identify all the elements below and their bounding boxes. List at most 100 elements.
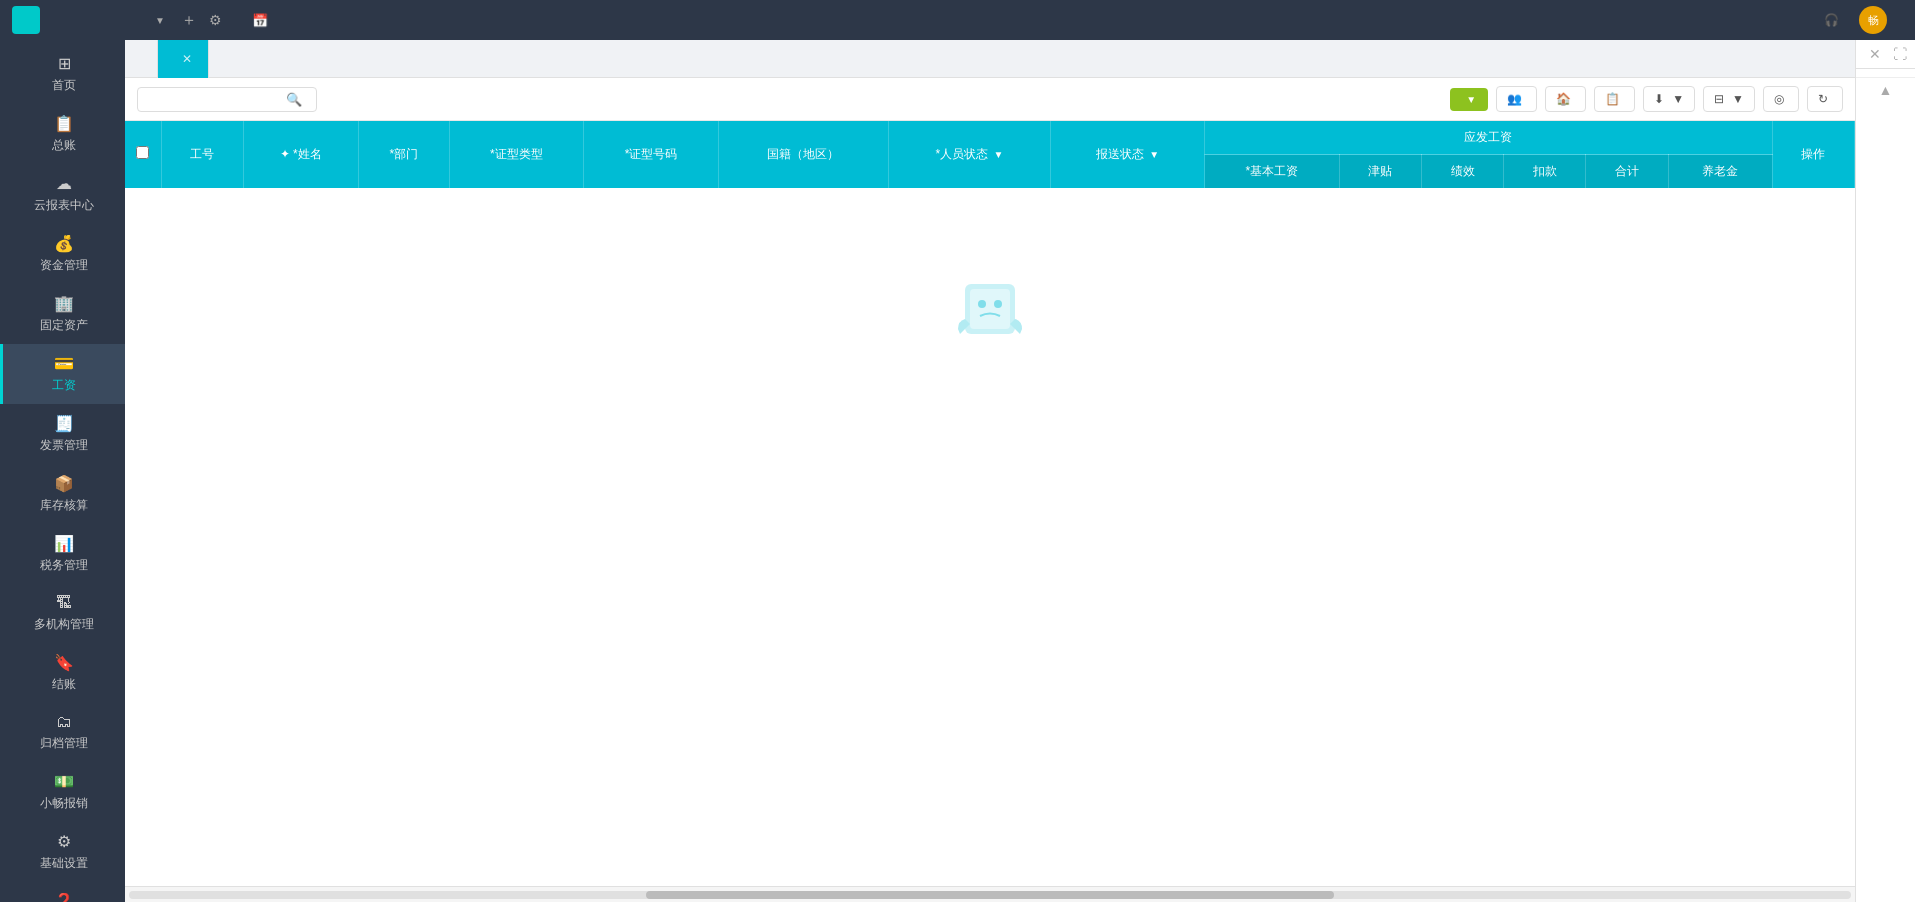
sidebar-icon-salary: 💳 (54, 354, 74, 373)
refresh-btn[interactable]: ↻ (1807, 86, 1843, 112)
sidebar-label-tax: 税务管理 (40, 557, 88, 574)
sidebar: ⊞首页 📋 总账 ☁云报表中心 💰 资金管理 🏢固定资产 💳 工资 🧾 发票管理 📦库存核算 📊 税务管理… (0, 40, 125, 902)
sidebar-icon-fund: 💰 (54, 234, 74, 253)
sidebar-label-checkout: 结账 (52, 676, 76, 693)
sidebar-icon-inventory: 📦 (54, 474, 74, 493)
deduct-icon: 🏠 (1556, 92, 1571, 106)
th-dept: *部门 (358, 121, 449, 188)
sidebar-label-settings: 基础设置 (40, 855, 88, 872)
panel-header: ✕ ⛶ (1856, 40, 1915, 69)
emp-status-filter-icon: ▼ (993, 149, 1003, 160)
tab-bar: ✕ (125, 40, 1855, 78)
export-btn[interactable]: ⬇ ▼ (1643, 86, 1695, 112)
search-wrap: 🔍 (137, 87, 317, 112)
main-layout: ⊞首页 📋 总账 ☁云报表中心 💰 资金管理 🏢固定资产 💳 工资 🧾 发票管理 📦库存核算 📊 税务管理… (0, 40, 1915, 902)
sidebar-item-home[interactable]: ⊞首页 (0, 44, 125, 104)
sidebar-item-new-guide[interactable]: ❓新手引导 (0, 882, 125, 902)
th-emp-status[interactable]: *人员状态 ▼ (888, 121, 1050, 188)
operation-btn[interactable]: ⊟ ▼ (1703, 86, 1755, 112)
close-panel-btn[interactable]: ✕ (1865, 44, 1885, 64)
logo-area (12, 6, 137, 34)
tab-salary[interactable]: ✕ (158, 40, 209, 78)
sidebar-item-inventory[interactable]: 📦库存核算 (0, 464, 125, 524)
svg-rect-1 (970, 289, 1010, 329)
header-right: 🎧 畅 (1824, 6, 1903, 34)
sidebar-icon-archive: 🗂 (56, 713, 72, 731)
add-person-btn[interactable]: ▼ (1450, 88, 1488, 111)
social-security-btn[interactable]: 👥 (1496, 86, 1537, 112)
operation-dropdown-arrow: ▼ (1732, 92, 1744, 106)
th-name: ✦ *姓名 (243, 121, 358, 188)
th-base-salary: *基本工资 (1205, 155, 1340, 189)
guide-btn[interactable]: ◎ (1763, 86, 1799, 112)
content-area: ✕ 🔍 ▼ 👥 🏠 📋 (125, 40, 1855, 902)
sidebar-item-cloud-report[interactable]: ☁云报表中心 (0, 164, 125, 224)
sidebar-item-invoice[interactable]: 🧾 发票管理 (0, 404, 125, 464)
service-btn[interactable]: 🎧 (1824, 13, 1843, 27)
sidebar-item-checkout[interactable]: 🔖结账 (0, 643, 125, 703)
th-nationality: 国籍（地区） (718, 121, 888, 188)
date-sidebar-panel: ✕ ⛶ ▲ (1855, 40, 1915, 902)
scroll-track[interactable] (129, 891, 1851, 899)
sidebar-icon-settings: ⚙ (57, 832, 71, 851)
tab-home[interactable] (125, 40, 158, 78)
sidebar-label-salary: 工资 (52, 377, 76, 394)
sidebar-label-home: 首页 (52, 77, 76, 94)
add-company-btn[interactable]: ＋ (181, 10, 197, 31)
sidebar-item-settings[interactable]: ⚙ 基础设置 (0, 822, 125, 882)
expand-panel-btn[interactable]: ⛶ (1889, 44, 1911, 64)
search-input[interactable] (146, 92, 286, 106)
sidebar-label-expense: 小畅报销 (40, 795, 88, 812)
tab-close-icon[interactable]: ✕ (182, 52, 192, 66)
salary-table: 工号 ✦ *姓名 *部门 *证型类型 *证型号码 国籍（地区） *人员状态 ▼ … (125, 121, 1855, 189)
sidebar-item-archive[interactable]: 🗂 归档管理 (0, 703, 125, 762)
sidebar-icon-new-guide: ❓ (54, 892, 74, 902)
date-month-list: ▲ (1856, 78, 1915, 902)
scroll-thumb[interactable] (646, 891, 1335, 899)
th-allowance: 津贴 (1339, 155, 1421, 189)
special-deduct-btn[interactable]: 🏠 (1545, 86, 1586, 112)
logo-icon (12, 6, 40, 34)
empty-icon (950, 269, 1030, 349)
th-actions: 操作 (1772, 121, 1854, 188)
th-checkbox[interactable] (125, 121, 161, 188)
operation-icon: ⊟ (1714, 92, 1724, 106)
top-header: ▼ ＋ ⚙ 📅 🎧 畅 (0, 0, 1915, 40)
income-tax-btn[interactable]: 📋 (1594, 86, 1635, 112)
social-security-icon: 👥 (1507, 92, 1522, 106)
sidebar-label-multi-org: 多机构管理 (34, 616, 94, 633)
select-all-checkbox[interactable] (136, 146, 149, 159)
date-panel-header (1856, 69, 1915, 78)
sidebar-label-archive: 归档管理 (40, 735, 88, 752)
company-dropdown-arrow: ▼ (155, 15, 165, 26)
sidebar-label-fixed-assets: 固定资产 (40, 317, 88, 334)
sidebar-label-ledger: 总账 (52, 137, 76, 154)
company-selector[interactable]: ▼ (149, 15, 165, 26)
sidebar-item-multi-org[interactable]: 🏗 多机构管理 (0, 584, 125, 643)
sidebar-icon-tax: 📊 (54, 534, 74, 553)
sidebar-icon-cloud-report: ☁ (56, 174, 72, 193)
sidebar-label-fund: 资金管理 (40, 257, 88, 274)
sidebar-item-tax[interactable]: 📊 税务管理 (0, 524, 125, 584)
sidebar-item-salary[interactable]: 💳 工资 (0, 344, 125, 404)
sidebar-label-invoice: 发票管理 (40, 437, 88, 454)
th-performance: 绩效 (1421, 155, 1503, 189)
sidebar-item-ledger[interactable]: 📋 总账 (0, 104, 125, 164)
avatar: 畅 (1859, 6, 1887, 34)
settings-icon[interactable]: ⚙ (209, 12, 222, 28)
sidebar-icon-ledger: 📋 (54, 114, 74, 133)
sidebar-item-fixed-assets[interactable]: 🏢固定资产 (0, 284, 125, 344)
th-id-no: *证型号码 (584, 121, 719, 188)
tax-icon: 📋 (1605, 92, 1620, 106)
sidebar-icon-invoice: 🧾 (54, 414, 74, 433)
sidebar-icon-multi-org: 🏗 (56, 594, 72, 612)
th-id-type: *证型类型 (449, 121, 584, 188)
period-area: 📅 (238, 13, 268, 28)
calendar-icon[interactable]: 📅 (252, 13, 268, 28)
th-report-status[interactable]: 报送状态 ▼ (1051, 121, 1205, 188)
report-status-filter-icon: ▼ (1149, 149, 1159, 160)
date-prev-btn[interactable]: ▲ (1874, 78, 1898, 102)
sidebar-item-expense[interactable]: 💵小畅报销 (0, 762, 125, 822)
sidebar-item-fund[interactable]: 💰 资金管理 (0, 224, 125, 284)
th-emp-no: 工号 (161, 121, 243, 188)
